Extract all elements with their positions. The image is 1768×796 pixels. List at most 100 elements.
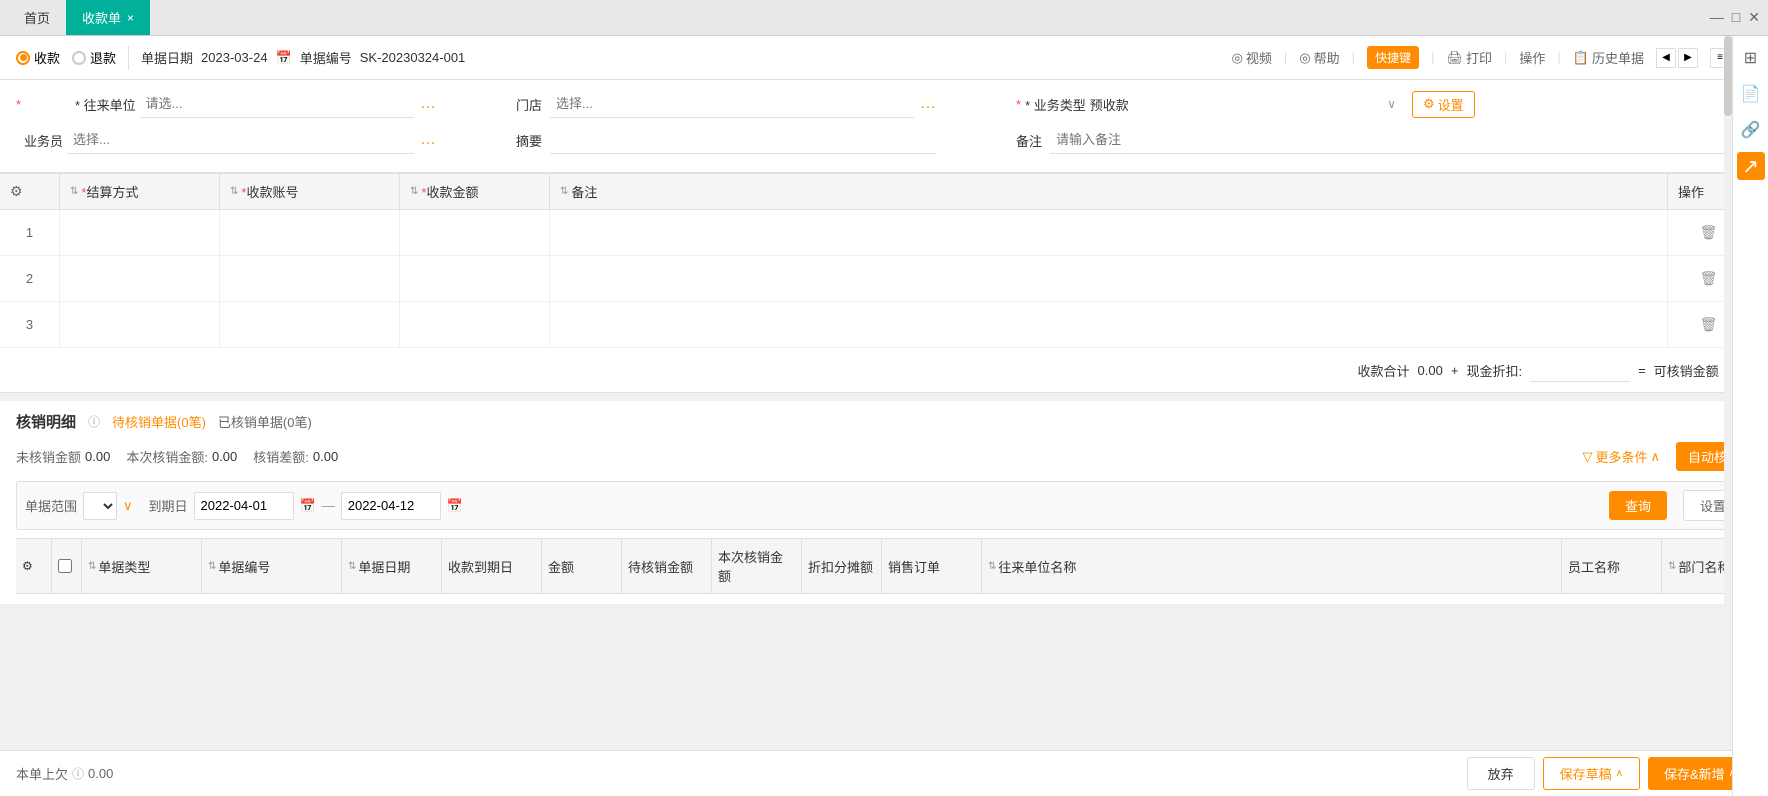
- date-from-calendar-icon[interactable]: 📅: [300, 498, 316, 514]
- video-link[interactable]: ◎ 视频: [1232, 48, 1272, 67]
- nav-arrows: ◀ ▶: [1656, 48, 1698, 68]
- sort-doc-num[interactable]: ⇅: [208, 561, 216, 572]
- footer-actions: 放弃 保存草稿 ∧ 保存&新增 ∧: [1467, 757, 1752, 790]
- partner-more-button[interactable]: …: [420, 95, 436, 113]
- doc-num-value: SK-20230324-001: [360, 50, 466, 65]
- shortcut-button[interactable]: 快捷键: [1367, 46, 1419, 69]
- sort-doc-date[interactable]: ⇅: [348, 561, 356, 572]
- prev-arrow[interactable]: ◀: [1656, 48, 1676, 68]
- scroll-thumb[interactable]: [1724, 36, 1732, 116]
- pending-writeoff-tab[interactable]: 待核销单据(0笔): [112, 412, 206, 431]
- tab-close-icon[interactable]: ×: [127, 11, 134, 25]
- sort-remarks[interactable]: ⇅: [560, 186, 568, 197]
- row-1-amount[interactable]: [400, 210, 550, 255]
- history-link[interactable]: 📋 历史单据: [1573, 48, 1644, 67]
- doc-range-label: 单据范围: [25, 496, 77, 515]
- date-from-input[interactable]: [194, 492, 294, 520]
- more-conditions-link[interactable]: ▽ 更多条件 ∧: [1582, 447, 1660, 466]
- row-2-remarks[interactable]: [550, 256, 1668, 301]
- minimize-button[interactable]: —: [1710, 9, 1724, 26]
- sort-partner[interactable]: ⇅: [988, 561, 996, 572]
- date-to-input[interactable]: [341, 492, 441, 520]
- sort-account[interactable]: ⇅: [230, 186, 238, 197]
- footer-info-icon[interactable]: ⓘ: [72, 765, 84, 782]
- writeoff-title: 核销明细: [16, 411, 76, 432]
- form-area: * * 往来单位 … 门店 … * * 业务类型 预收款 ∨ ⚙ 设置 业务员: [0, 80, 1768, 173]
- doc-range-dropdown[interactable]: ∨: [123, 498, 133, 514]
- row-3-remarks[interactable]: [550, 302, 1668, 347]
- close-button[interactable]: ✕: [1748, 9, 1760, 26]
- writeoff-header: 核销明细 ⓘ 待核销单据(0笔) 已核销单据(0笔): [16, 411, 1752, 432]
- date-to-calendar-icon[interactable]: 📅: [447, 498, 463, 514]
- remarks-input[interactable]: [1050, 126, 1752, 154]
- sort-doc-type[interactable]: ⇅: [88, 561, 96, 572]
- print-link[interactable]: 🖨 打印: [1446, 48, 1492, 67]
- done-writeoff-tab[interactable]: 已核销单据(0笔): [218, 412, 312, 431]
- radio-receipt-dot: [16, 51, 30, 65]
- operations-link[interactable]: 操作: [1519, 48, 1545, 67]
- bg-col-checkbox[interactable]: [52, 539, 82, 593]
- row-3-settlement[interactable]: [60, 302, 220, 347]
- row-1-delete-icon[interactable]: 🗑: [1700, 224, 1718, 241]
- bg-col-sales-order: 销售订单: [882, 539, 982, 593]
- bg-col-settings[interactable]: ⚙: [16, 539, 52, 593]
- video-label: 视频: [1246, 48, 1272, 67]
- grid-settings-icon[interactable]: ⚙: [10, 183, 23, 200]
- tab-home[interactable]: 首页: [8, 0, 66, 35]
- row-2-settlement[interactable]: [60, 256, 220, 301]
- doc-range-select[interactable]: [83, 492, 117, 520]
- help-link[interactable]: ◎ 帮助: [1299, 48, 1339, 67]
- tab-receipt[interactable]: 收款单 ×: [66, 0, 150, 35]
- col-remarks: ⇅ 备注: [550, 174, 1668, 209]
- sidebar-link-icon[interactable]: 🔗: [1737, 116, 1765, 144]
- query-button[interactable]: 查询: [1609, 491, 1667, 520]
- sidebar-doc-icon[interactable]: 📄: [1737, 80, 1765, 108]
- row-3-amount[interactable]: [400, 302, 550, 347]
- settings-label: 设置: [1438, 95, 1464, 114]
- biz-type-dropdown[interactable]: ∨: [1387, 97, 1396, 111]
- next-arrow[interactable]: ▶: [1678, 48, 1698, 68]
- sidebar-table-icon[interactable]: ⊞: [1737, 44, 1765, 72]
- footer: 本单上欠 ⓘ 0.00 放弃 保存草稿 ∧ 保存&新增 ∧: [0, 750, 1768, 796]
- sort-amount[interactable]: ⇅: [410, 186, 418, 197]
- store-field: 门店 …: [516, 90, 936, 118]
- writeoff-info-icon[interactable]: ⓘ: [88, 413, 100, 430]
- radio-refund[interactable]: 退款: [72, 48, 116, 67]
- save-draft-button[interactable]: 保存草稿 ∧: [1543, 757, 1640, 790]
- sidebar-active-icon[interactable]: ↗: [1737, 152, 1765, 180]
- maximize-button[interactable]: □: [1732, 9, 1740, 26]
- store-label: 门店: [516, 95, 546, 114]
- store-more-button[interactable]: …: [920, 95, 936, 113]
- staff-input[interactable]: [67, 126, 414, 154]
- store-input[interactable]: [550, 90, 914, 118]
- partner-input[interactable]: [140, 90, 414, 118]
- sort-dept[interactable]: ⇅: [1668, 561, 1676, 572]
- bg-col-staff: 员工名称: [1562, 539, 1662, 593]
- remarks-label: 备注: [1016, 131, 1046, 150]
- staff-more-button[interactable]: …: [420, 131, 436, 149]
- window-controls: — □ ✕: [1710, 9, 1760, 26]
- radio-receipt[interactable]: 收款: [16, 48, 60, 67]
- row-1-remarks[interactable]: [550, 210, 1668, 255]
- footer-info: 本单上欠 ⓘ 0.00: [16, 764, 113, 783]
- col-settlement: ⇅ *结算方式: [60, 174, 220, 209]
- row-3-delete-icon[interactable]: 🗑: [1700, 316, 1718, 333]
- sort-settlement[interactable]: ⇅: [70, 186, 78, 197]
- discount-input[interactable]: [1530, 358, 1630, 382]
- row-2-account[interactable]: [220, 256, 400, 301]
- select-all-checkbox[interactable]: [58, 559, 72, 573]
- summary-input[interactable]: [550, 126, 936, 154]
- save-draft-arrow: ∧: [1616, 768, 1623, 779]
- unwritten-stat: 未核销金额 0.00: [16, 447, 110, 466]
- row-2-amount[interactable]: [400, 256, 550, 301]
- row-1-settlement[interactable]: [60, 210, 220, 255]
- row-3-account[interactable]: [220, 302, 400, 347]
- calendar-icon[interactable]: 📅: [276, 50, 292, 66]
- due-date-field: 到期日 📅 — 📅: [149, 492, 463, 520]
- abandon-button[interactable]: 放弃: [1467, 757, 1535, 790]
- scrollbar[interactable]: [1724, 36, 1732, 750]
- staff-field: 业务员 …: [16, 126, 436, 154]
- top-settings-button[interactable]: ⚙ 设置: [1412, 91, 1475, 118]
- row-2-delete-icon[interactable]: 🗑: [1700, 270, 1718, 287]
- row-1-account[interactable]: [220, 210, 400, 255]
